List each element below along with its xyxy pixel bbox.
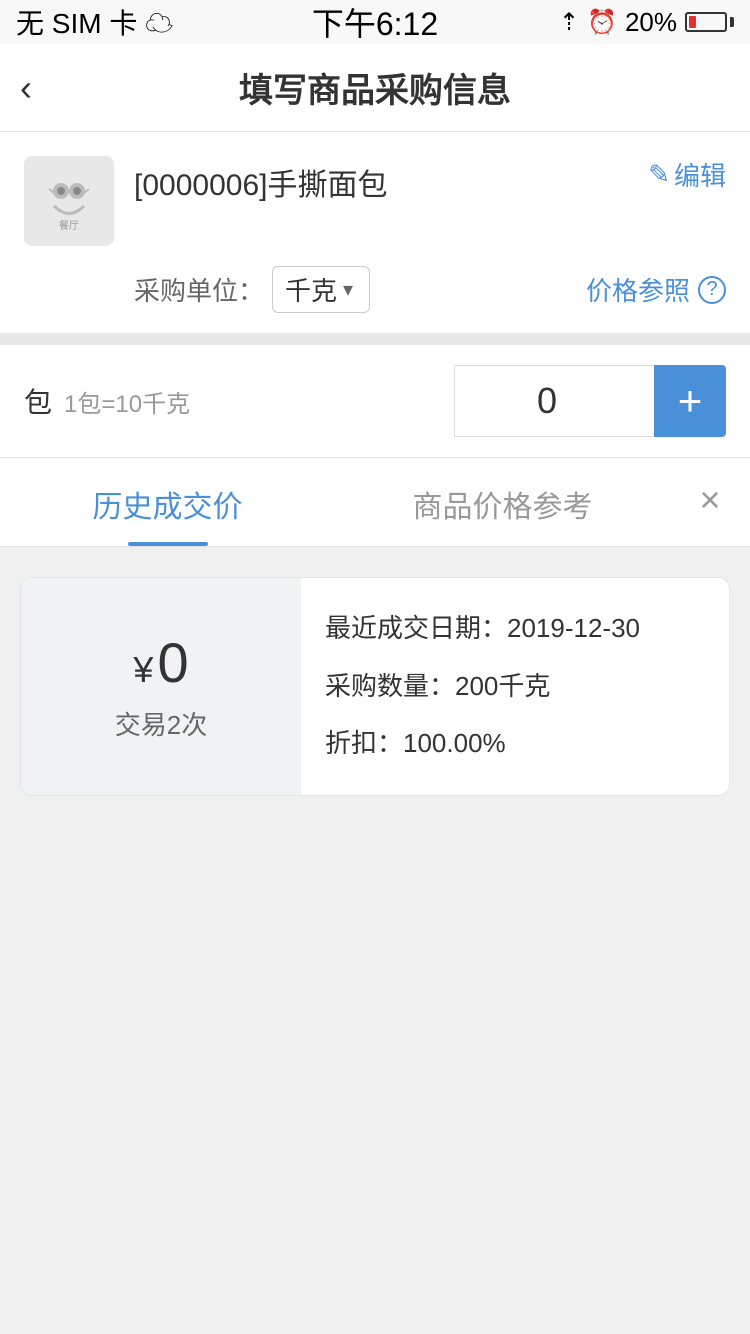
section-divider: [0, 333, 750, 345]
price-card-right: 最近成交日期：2019-12-30 采购数量：200千克 折扣：100.00%: [301, 578, 729, 795]
discount-item: 折扣：100.00%: [325, 723, 705, 765]
svg-text:餐厅: 餐厅: [59, 219, 79, 231]
quantity-input-area: +: [454, 365, 726, 437]
product-sub-info: 采购单位： 千克 价格参照 ?: [24, 266, 726, 313]
edit-button[interactable]: ✎ 编辑: [648, 156, 726, 193]
tab-section: 历史成交价 商品价格参考 ×: [0, 458, 750, 547]
product-thumbnail: 餐厅: [24, 156, 114, 246]
tab-close-button[interactable]: ×: [670, 479, 750, 525]
quantity-plus-button[interactable]: +: [654, 365, 726, 437]
price-card: ¥ 0 交易2次 最近成交日期：2019-12-30 采购数量：200千克 折扣…: [20, 577, 730, 796]
quantity-input[interactable]: [454, 365, 654, 437]
card-section: ¥ 0 交易2次 最近成交日期：2019-12-30 采购数量：200千克 折扣…: [0, 547, 750, 1247]
product-left: 餐厅 [0000006]手撕面包: [24, 156, 387, 246]
product-name: [0000006]手撕面包: [134, 156, 387, 204]
status-time: 下午6:12: [312, 0, 438, 45]
back-button[interactable]: ‹: [20, 67, 32, 109]
product-header: 餐厅 [0000006]手撕面包 ✎ 编辑: [24, 156, 726, 246]
edit-icon: ✎: [648, 159, 670, 190]
location-icon: ⇡: [559, 8, 579, 37]
sim-label: 无 SIM 卡 ☁: [16, 2, 173, 42]
tab-history-price[interactable]: 历史成交价: [0, 458, 335, 546]
transaction-count: 交易2次: [115, 705, 207, 742]
alarm-icon: ⏰: [587, 8, 617, 37]
product-image: 餐厅: [39, 171, 99, 231]
price-amount: ¥ 0: [133, 630, 188, 695]
recent-date-item: 最近成交日期：2019-12-30: [325, 608, 705, 650]
tab-product-price-ref[interactable]: 商品价格参考: [335, 458, 670, 546]
price-card-left: ¥ 0 交易2次: [21, 578, 301, 795]
price-ref-button[interactable]: 价格参照 ?: [586, 271, 726, 308]
unit-dropdown[interactable]: 千克: [272, 266, 370, 313]
battery-icon: [685, 12, 734, 32]
status-left: 无 SIM 卡 ☁: [16, 2, 173, 42]
quantity-section: 包 1包=10千克 +: [0, 345, 750, 457]
unit-label: 采购单位： 千克: [134, 266, 370, 313]
price-ref-icon: ?: [698, 276, 726, 304]
page-title: 填写商品采购信息: [239, 63, 511, 112]
purchase-qty-item: 采购数量：200千克: [325, 666, 705, 708]
quantity-label: 包 1包=10千克: [24, 381, 190, 421]
status-bar: 无 SIM 卡 ☁ 下午6:12 ⇡ ⏰ 20%: [0, 0, 750, 44]
tab-bar: 历史成交价 商品价格参考 ×: [0, 458, 750, 546]
status-right: ⇡ ⏰ 20%: [559, 7, 734, 38]
battery-percent: 20%: [625, 7, 677, 38]
product-section: 餐厅 [0000006]手撕面包 ✎ 编辑 采购单位： 千克 价格参照 ?: [0, 132, 750, 333]
nav-bar: ‹ 填写商品采购信息: [0, 44, 750, 132]
